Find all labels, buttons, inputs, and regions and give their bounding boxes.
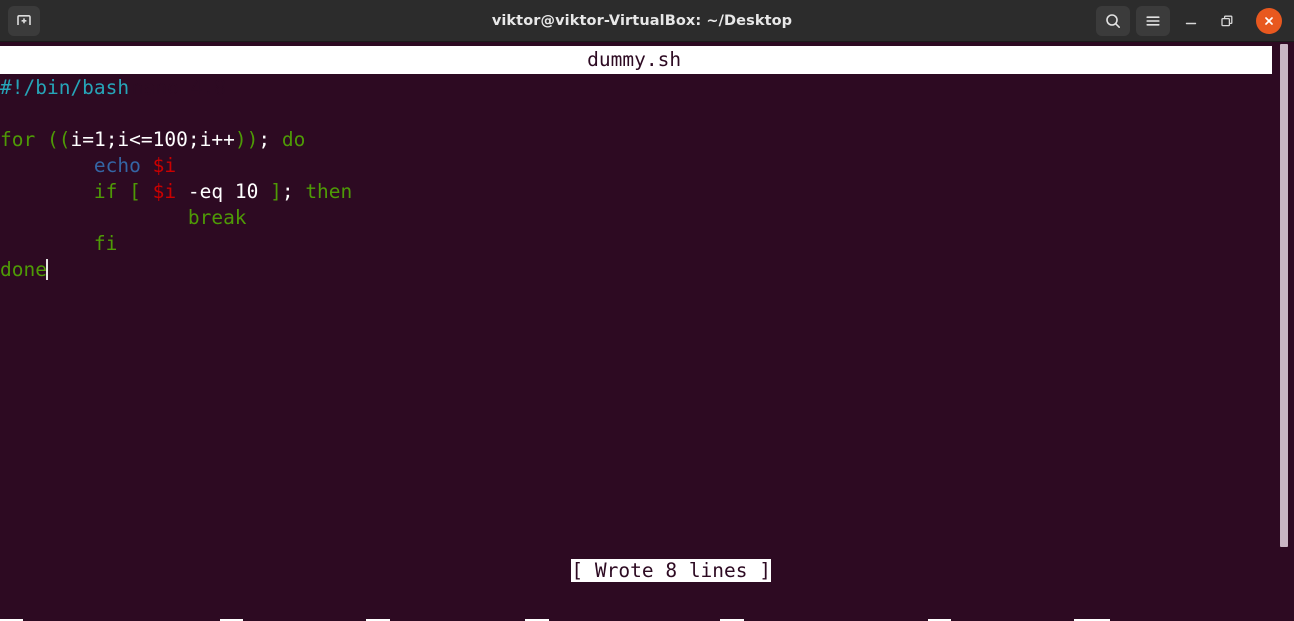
nano-header-bar: GNU nano 4.8 dummy.sh: [0, 46, 1272, 99]
new-tab-icon[interactable]: [8, 5, 40, 36]
code-token: $i: [152, 154, 177, 177]
code-token: ;: [281, 180, 294, 203]
titlebar-controls: [1096, 5, 1294, 36]
maximize-icon[interactable]: [1212, 6, 1242, 36]
code-token: done: [0, 258, 47, 281]
nano-filename-label: dummy.sh: [587, 48, 682, 71]
code-line[interactable]: for ((i=1;i<=100;i++)); do: [0, 127, 1272, 153]
code-token: do: [281, 128, 306, 151]
code-token: i=1;i<=100;i++: [70, 128, 235, 151]
code-line[interactable]: break: [0, 205, 1272, 231]
terminal-window: viktor@viktor-VirtualBox: ~/Desktop GNU …: [0, 0, 1294, 621]
code-token: fi: [93, 232, 118, 255]
minimize-icon[interactable]: [1176, 6, 1206, 36]
code-token: ((: [46, 128, 71, 151]
code-line[interactable]: #!/bin/bash: [0, 75, 1272, 101]
close-icon[interactable]: [1256, 7, 1282, 34]
code-token: for: [0, 128, 36, 151]
code-token: #!/bin/bash: [0, 76, 130, 99]
nano-editor[interactable]: GNU nano 4.8 dummy.sh #!/bin/bash for ((i…: [0, 42, 1294, 621]
code-token: [: [129, 180, 141, 203]
code-token: if: [93, 180, 118, 203]
text-cursor: [45, 259, 48, 280]
code-token: ;: [258, 128, 271, 151]
hamburger-menu-icon[interactable]: [1136, 5, 1170, 36]
code-token: echo: [93, 154, 141, 177]
window-titlebar: viktor@viktor-VirtualBox: ~/Desktop: [0, 0, 1294, 42]
vertical-scrollbar[interactable]: [1280, 44, 1288, 547]
nano-status-message-row: [ Wrote 8 lines ]: [0, 532, 1272, 582]
code-token: -eq 10: [176, 180, 271, 203]
code-token: break: [187, 206, 247, 229]
search-icon[interactable]: [1096, 5, 1130, 36]
nano-shortcut-bar: ^G Get Help^O Write Out^W Where Is^K Cut…: [0, 566, 1294, 621]
code-line[interactable]: echo $i: [0, 153, 1272, 179]
code-token: ]: [270, 180, 282, 203]
code-token: )): [234, 128, 259, 151]
code-line[interactable]: fi: [0, 231, 1272, 257]
window-title: viktor@viktor-VirtualBox: ~/Desktop: [491, 12, 793, 29]
titlebar-left-group: [0, 5, 188, 36]
code-line[interactable]: [0, 101, 1272, 127]
code-token: then: [305, 180, 353, 203]
code-token: $i: [152, 180, 177, 203]
code-line[interactable]: done: [0, 257, 1272, 283]
nano-text-buffer[interactable]: #!/bin/bash for ((i=1;i<=100;i++)); do e…: [0, 75, 1272, 283]
code-line[interactable]: if [ $i -eq 10 ]; then: [0, 179, 1272, 205]
